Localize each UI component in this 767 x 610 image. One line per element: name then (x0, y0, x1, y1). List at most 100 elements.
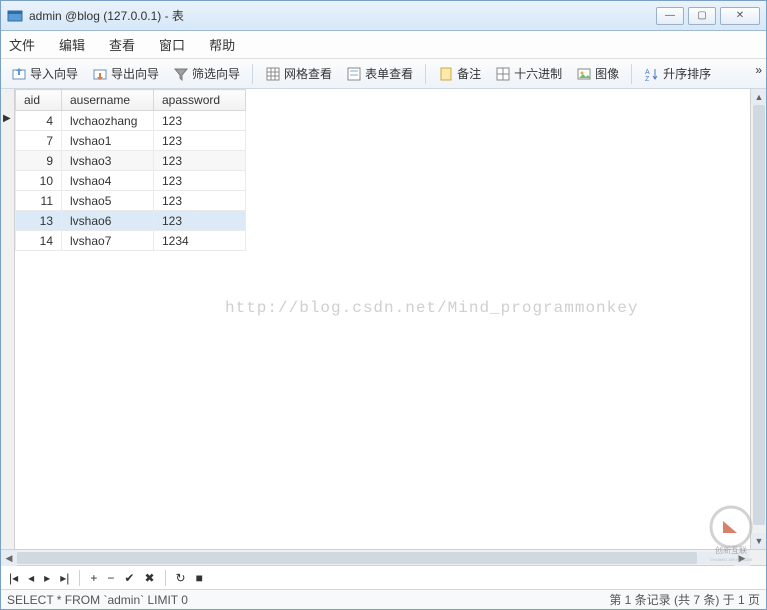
table-row[interactable]: 11 lvshao5 123 (16, 191, 246, 211)
cell-aid[interactable]: 7 (16, 131, 62, 151)
svg-text:Z: Z (645, 76, 650, 82)
import-icon (11, 66, 27, 82)
nav-delete-button[interactable]: − (105, 571, 116, 585)
cell-ausername[interactable]: lvshao3 (62, 151, 154, 171)
form-icon (346, 66, 362, 82)
cell-ausername[interactable]: lvshao6 (62, 211, 154, 231)
data-grid[interactable]: aid ausername apassword 4 lvchaozhang 12… (15, 89, 246, 251)
nav-first-button[interactable]: |◂ (7, 571, 20, 585)
titlebar[interactable]: admin @blog (127.0.0.1) - 表 — ▢ ✕ (1, 1, 766, 31)
cell-ausername[interactable]: lvshao7 (62, 231, 154, 251)
cell-aid[interactable]: 10 (16, 171, 62, 191)
nav-stop-button[interactable]: ■ (194, 571, 205, 585)
cell-aid[interactable]: 13 (16, 211, 62, 231)
vertical-scrollbar[interactable]: ▲ ▼ (750, 89, 766, 549)
sort-asc-button[interactable]: AZ 升序排序 (640, 65, 715, 82)
nav-prev-button[interactable]: ◂ (26, 571, 36, 585)
table-row[interactable]: 14 lvshao7 1234 (16, 231, 246, 251)
table-row[interactable]: 4 lvchaozhang 123 (16, 111, 246, 131)
minimize-button[interactable]: — (656, 7, 684, 25)
hscroll-thumb[interactable] (17, 552, 697, 564)
export-icon (92, 66, 108, 82)
nav-apply-button[interactable]: ✔ (122, 571, 136, 585)
memo-button[interactable]: 备注 (434, 65, 485, 82)
hex-icon (495, 66, 511, 82)
form-view-button[interactable]: 表单查看 (342, 65, 417, 82)
app-window: admin @blog (127.0.0.1) - 表 — ▢ ✕ 文件 编辑 … (0, 0, 767, 610)
corner-logo: 创新互联 CHUANG XIN HU LIAN (699, 501, 763, 565)
menu-window[interactable]: 窗口 (159, 35, 185, 54)
column-header-aid[interactable]: aid (16, 90, 62, 111)
scroll-left-icon[interactable]: ◀ (1, 550, 17, 566)
export-wizard-button[interactable]: 导出向导 (88, 65, 163, 82)
cell-apassword[interactable]: 123 (154, 171, 246, 191)
close-button[interactable]: ✕ (720, 7, 760, 25)
content-area: ▶ aid ausername apassword 4 lvchaozhang … (1, 89, 766, 549)
sort-label: 升序排序 (663, 65, 711, 82)
cell-aid[interactable]: 11 (16, 191, 62, 211)
nav-separator (79, 570, 80, 586)
cell-aid[interactable]: 4 (16, 111, 62, 131)
export-label: 导出向导 (111, 65, 159, 82)
column-header-ausername[interactable]: ausername (62, 90, 154, 111)
nav-add-button[interactable]: + (88, 571, 99, 585)
menu-file[interactable]: 文件 (9, 35, 35, 54)
table-row[interactable]: 10 lvshao4 123 (16, 171, 246, 191)
menubar: 文件 编辑 查看 窗口 帮助 (1, 31, 766, 59)
logo-brand: 创新互联 (715, 545, 747, 555)
cell-apassword[interactable]: 123 (154, 111, 246, 131)
logo-sub: CHUANG XIN HU LIAN (710, 557, 752, 562)
menu-help[interactable]: 帮助 (209, 35, 235, 54)
status-record: 第 1 条记录 (共 7 条) 于 1 页 (609, 591, 760, 608)
toolbar-overflow[interactable]: » (755, 63, 762, 77)
hex-label: 十六进制 (514, 65, 562, 82)
table-row[interactable]: 9 lvshao3 123 (16, 151, 246, 171)
hex-button[interactable]: 十六进制 (491, 65, 566, 82)
horizontal-scrollbar[interactable]: ◀ ▶ (1, 549, 766, 565)
row-gutter: ▶ (1, 89, 15, 549)
cell-aid[interactable]: 14 (16, 231, 62, 251)
grid-view-label: 网格查看 (284, 65, 332, 82)
nav-next-button[interactable]: ▸ (42, 571, 52, 585)
form-view-label: 表单查看 (365, 65, 413, 82)
menu-edit[interactable]: 编辑 (59, 35, 85, 54)
image-button[interactable]: 图像 (572, 65, 623, 82)
vscroll-thumb[interactable] (753, 105, 765, 525)
cell-apassword[interactable]: 123 (154, 151, 246, 171)
cell-ausername[interactable]: lvshao5 (62, 191, 154, 211)
maximize-button[interactable]: ▢ (688, 7, 716, 25)
statusbar: SELECT * FROM `admin` LIMIT 0 第 1 条记录 (共… (1, 589, 766, 609)
column-header-apassword[interactable]: apassword (154, 90, 246, 111)
menu-view[interactable]: 查看 (109, 35, 135, 54)
watermark-text: http://blog.csdn.net/Mind_programmonkey (225, 299, 638, 317)
nav-refresh-button[interactable]: ↻ (174, 571, 188, 585)
status-sql: SELECT * FROM `admin` LIMIT 0 (7, 593, 188, 607)
cell-apassword[interactable]: 123 (154, 211, 246, 231)
memo-label: 备注 (457, 65, 481, 82)
import-label: 导入向导 (30, 65, 78, 82)
filter-wizard-button[interactable]: 筛选向导 (169, 65, 244, 82)
table-row[interactable]: 13 lvshao6 123 (16, 211, 246, 231)
grid-icon (265, 66, 281, 82)
toolbar-separator (631, 64, 632, 84)
nav-cancel-button[interactable]: ✖ (142, 571, 156, 585)
nav-last-button[interactable]: ▸| (58, 571, 71, 585)
cell-ausername[interactable]: lvshao4 (62, 171, 154, 191)
app-icon (7, 8, 23, 24)
cell-aid[interactable]: 9 (16, 151, 62, 171)
sort-asc-icon: AZ (644, 66, 660, 82)
memo-icon (438, 66, 454, 82)
cell-ausername[interactable]: lvchaozhang (62, 111, 154, 131)
svg-text:A: A (645, 69, 650, 76)
header-row: aid ausername apassword (16, 90, 246, 111)
image-label: 图像 (595, 65, 619, 82)
image-icon (576, 66, 592, 82)
grid-view-button[interactable]: 网格查看 (261, 65, 336, 82)
scroll-up-icon[interactable]: ▲ (751, 89, 766, 105)
cell-ausername[interactable]: lvshao1 (62, 131, 154, 151)
cell-apassword[interactable]: 1234 (154, 231, 246, 251)
cell-apassword[interactable]: 123 (154, 191, 246, 211)
table-row[interactable]: 7 lvshao1 123 (16, 131, 246, 151)
cell-apassword[interactable]: 123 (154, 131, 246, 151)
import-wizard-button[interactable]: 导入向导 (7, 65, 82, 82)
